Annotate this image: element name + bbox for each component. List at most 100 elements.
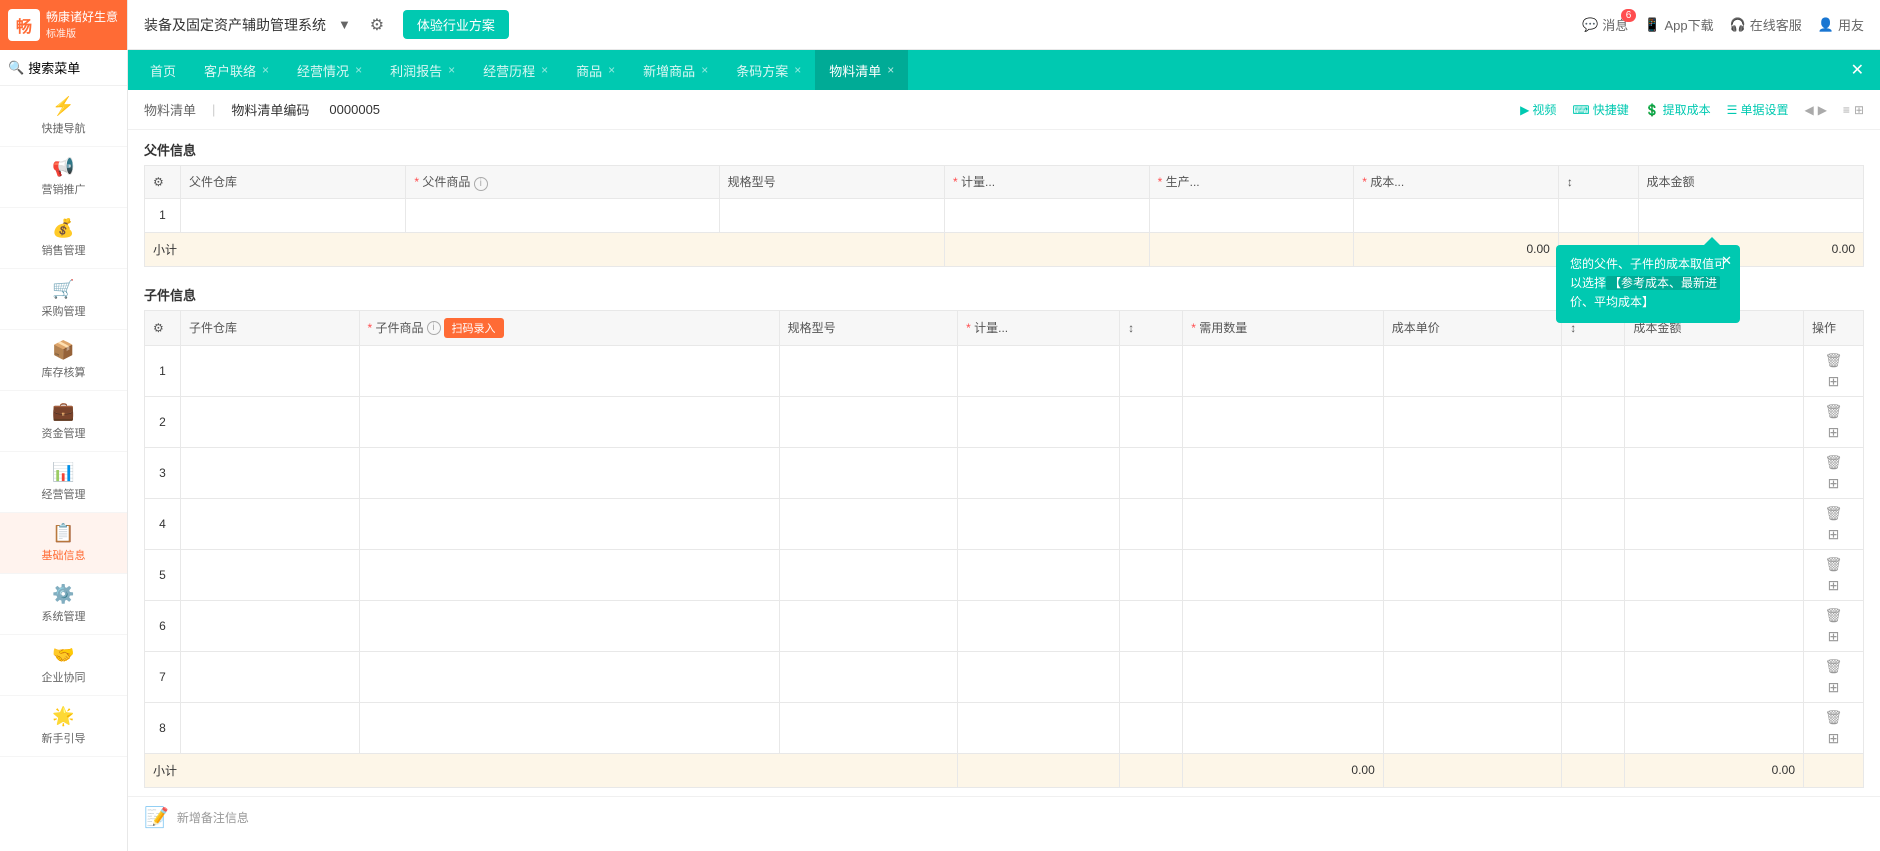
- tab-商品[interactable]: 商品×: [562, 50, 629, 90]
- child-spec-6[interactable]: [779, 600, 958, 651]
- copy-button-1[interactable]: ⊞: [1824, 371, 1844, 392]
- child-spec-2[interactable]: [779, 396, 958, 447]
- child-warehouse-5[interactable]: [181, 549, 360, 600]
- child-unit-price-7[interactable]: [1383, 651, 1562, 702]
- close-all-tabs[interactable]: ✕: [1843, 60, 1872, 80]
- child-unit-6[interactable]: [958, 600, 1120, 651]
- sidebar-search[interactable]: 🔍 搜索菜单: [0, 50, 127, 86]
- shortcut-button[interactable]: ⌨ 快捷键: [1572, 101, 1628, 118]
- tab-物料清单[interactable]: 物料清单×: [815, 50, 908, 90]
- tab-close-icon[interactable]: ×: [355, 63, 362, 77]
- child-goods-2[interactable]: [359, 396, 779, 447]
- child-spec-3[interactable]: [779, 447, 958, 498]
- grid-view-button[interactable]: ⊞: [1854, 103, 1864, 117]
- tab-利润报告[interactable]: 利润报告×: [376, 50, 469, 90]
- child-unit-3[interactable]: [958, 447, 1120, 498]
- child-unit-price-1[interactable]: [1383, 345, 1562, 396]
- child-qty-7[interactable]: [1183, 651, 1383, 702]
- tooltip-close-button[interactable]: ✕: [1721, 251, 1732, 272]
- th-settings[interactable]: ⚙: [145, 166, 181, 199]
- tab-close-icon[interactable]: ×: [701, 63, 708, 77]
- child-qty-6[interactable]: [1183, 600, 1383, 651]
- child-goods-3[interactable]: [359, 447, 779, 498]
- tab-close-icon[interactable]: ×: [262, 63, 269, 77]
- child-qty-1[interactable]: [1183, 345, 1383, 396]
- tab-客户联络[interactable]: 客户联络×: [190, 50, 283, 90]
- parent-unit-cell[interactable]: [945, 198, 1150, 232]
- single-settings-button[interactable]: ☰ 单据设置: [1727, 101, 1789, 118]
- th-child-settings[interactable]: ⚙: [145, 310, 181, 345]
- child-goods-6[interactable]: [359, 600, 779, 651]
- sidebar-item-采购管理[interactable]: 🛒采购管理: [0, 269, 127, 330]
- child-unit-8[interactable]: [958, 702, 1120, 753]
- delete-button-6[interactable]: 🗑: [1821, 605, 1847, 626]
- scan-button[interactable]: 扫码录入: [444, 318, 504, 338]
- tab-close-icon[interactable]: ×: [541, 63, 548, 77]
- child-unit-price-6[interactable]: [1383, 600, 1562, 651]
- parent-cost-cell[interactable]: [1354, 198, 1559, 232]
- child-unit-price-4[interactable]: [1383, 498, 1562, 549]
- child-warehouse-7[interactable]: [181, 651, 360, 702]
- extract-cost-button[interactable]: 💲 提取成本: [1645, 101, 1711, 118]
- copy-button-2[interactable]: ⊞: [1824, 422, 1844, 443]
- sidebar-item-企业协同[interactable]: 🤝企业协同: [0, 635, 127, 696]
- parent-goods-info-icon[interactable]: i: [474, 177, 488, 191]
- sidebar-item-新手引导[interactable]: 🌟新手引导: [0, 696, 127, 757]
- message-button[interactable]: 💬 消息 6: [1582, 15, 1628, 34]
- child-goods-1[interactable]: [359, 345, 779, 396]
- child-qty-5[interactable]: [1183, 549, 1383, 600]
- sidebar-item-营销推广[interactable]: 📢营销推广: [0, 147, 127, 208]
- trial-button[interactable]: 体验行业方案: [403, 10, 509, 39]
- child-warehouse-2[interactable]: [181, 396, 360, 447]
- child-unit-4[interactable]: [958, 498, 1120, 549]
- delete-button-2[interactable]: 🗑: [1821, 401, 1847, 422]
- child-goods-4[interactable]: [359, 498, 779, 549]
- child-goods-5[interactable]: [359, 549, 779, 600]
- child-goods-7[interactable]: [359, 651, 779, 702]
- sidebar-item-销售管理[interactable]: 💰销售管理: [0, 208, 127, 269]
- copy-button-8[interactable]: ⊞: [1824, 728, 1844, 749]
- video-button[interactable]: ▶ 视频: [1520, 101, 1556, 118]
- nav-prev-button[interactable]: ◀: [1804, 103, 1813, 117]
- delete-button-4[interactable]: 🗑: [1821, 503, 1847, 524]
- tab-close-icon[interactable]: ×: [608, 63, 615, 77]
- tab-close-icon[interactable]: ×: [794, 63, 801, 77]
- copy-button-4[interactable]: ⊞: [1824, 524, 1844, 545]
- child-spec-5[interactable]: [779, 549, 958, 600]
- parent-production-cell[interactable]: [1149, 198, 1354, 232]
- copy-button-6[interactable]: ⊞: [1824, 626, 1844, 647]
- delete-button-7[interactable]: 🗑: [1821, 656, 1847, 677]
- parent-goods-cell[interactable]: [406, 198, 719, 232]
- child-warehouse-8[interactable]: [181, 702, 360, 753]
- child-unit-price-5[interactable]: [1383, 549, 1562, 600]
- tab-新增商品[interactable]: 新增商品×: [629, 50, 722, 90]
- copy-button-3[interactable]: ⊞: [1824, 473, 1844, 494]
- online-service-button[interactable]: 🎧 在线客服: [1730, 15, 1802, 34]
- child-spec-1[interactable]: [779, 345, 958, 396]
- tab-条码方案[interactable]: 条码方案×: [722, 50, 815, 90]
- delete-button-5[interactable]: 🗑: [1821, 554, 1847, 575]
- child-qty-2[interactable]: [1183, 396, 1383, 447]
- delete-button-3[interactable]: 🗑: [1821, 452, 1847, 473]
- child-warehouse-6[interactable]: [181, 600, 360, 651]
- delete-button-1[interactable]: 🗑: [1821, 350, 1847, 371]
- sidebar-item-快捷导航[interactable]: ⚡快捷导航: [0, 86, 127, 147]
- child-spec-7[interactable]: [779, 651, 958, 702]
- sidebar-item-库存核算[interactable]: 📦库存核算: [0, 330, 127, 391]
- child-qty-8[interactable]: [1183, 702, 1383, 753]
- child-warehouse-1[interactable]: [181, 345, 360, 396]
- sidebar-item-基础信息[interactable]: 📋基础信息: [0, 513, 127, 574]
- gear-button[interactable]: ⚙: [363, 11, 391, 39]
- child-qty-4[interactable]: [1183, 498, 1383, 549]
- nav-next-button[interactable]: ▶: [1818, 103, 1827, 117]
- list-view-button[interactable]: ≡: [1843, 103, 1850, 117]
- app-download-button[interactable]: 📱 App下载: [1644, 15, 1713, 34]
- copy-button-5[interactable]: ⊞: [1824, 575, 1844, 596]
- child-unit-price-8[interactable]: [1383, 702, 1562, 753]
- child-unit-price-3[interactable]: [1383, 447, 1562, 498]
- child-spec-8[interactable]: [779, 702, 958, 753]
- child-warehouse-4[interactable]: [181, 498, 360, 549]
- sidebar-item-系统管理[interactable]: ⚙️系统管理: [0, 574, 127, 635]
- tab-close-icon[interactable]: ×: [448, 63, 455, 77]
- sidebar-item-经营管理[interactable]: 📊经营管理: [0, 452, 127, 513]
